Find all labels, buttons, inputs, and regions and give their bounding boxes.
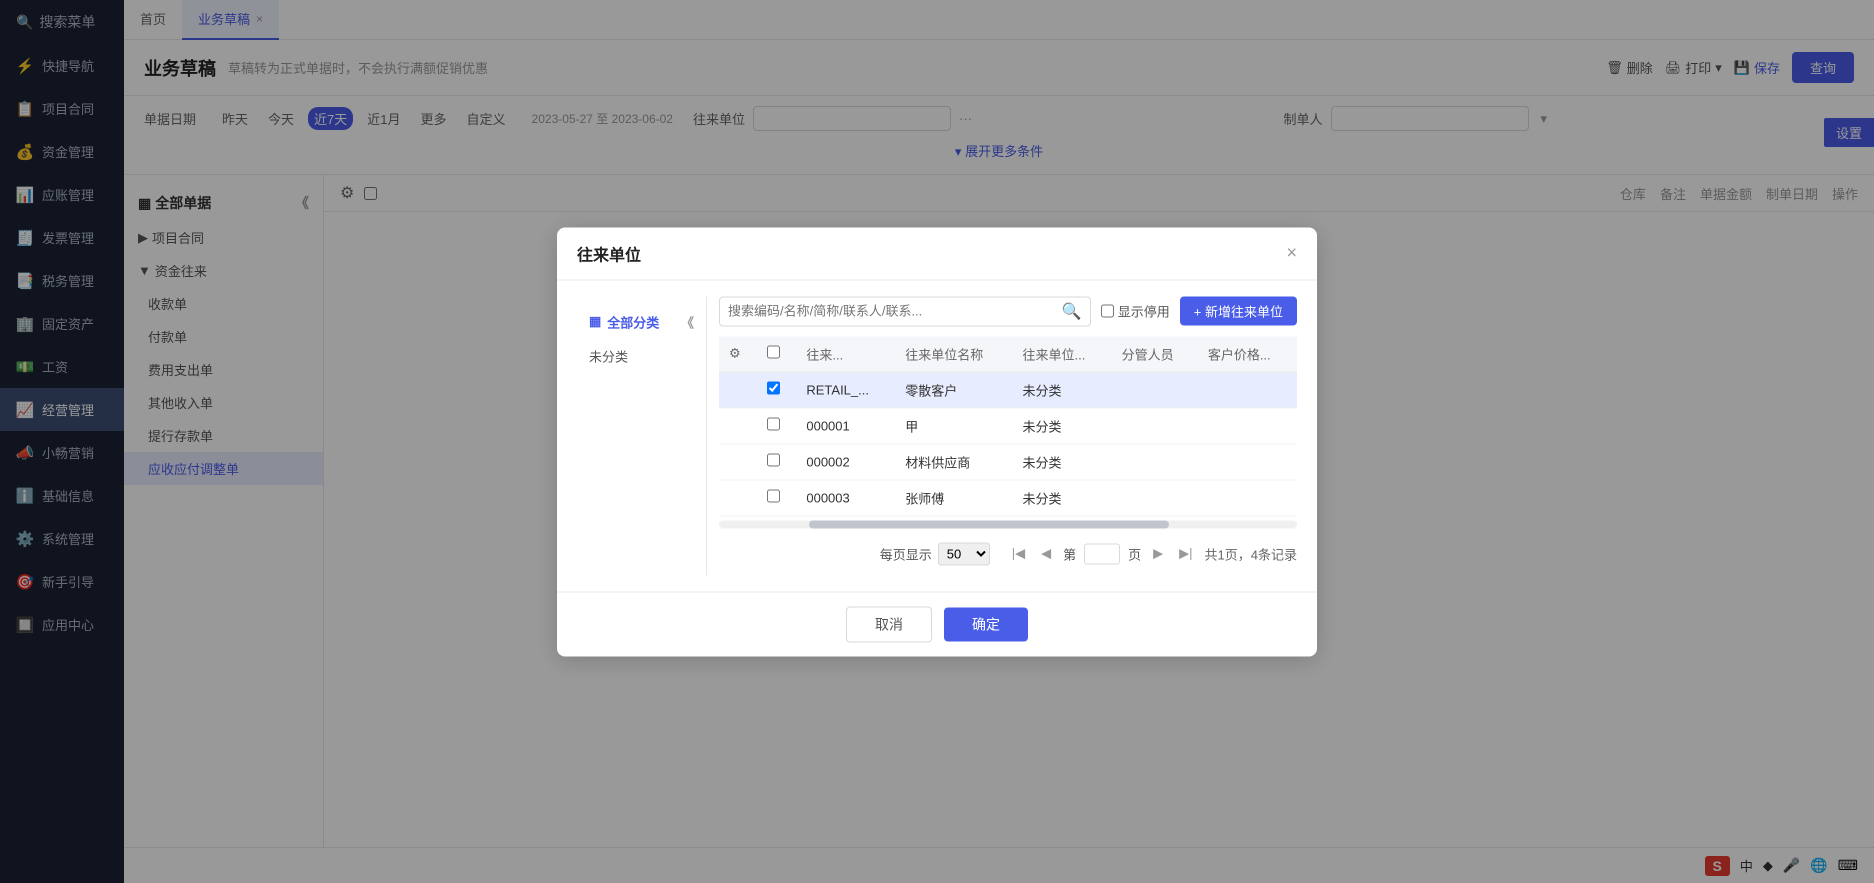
table-row[interactable]: RETAIL_... 零散客户 未分类: [719, 372, 1297, 408]
row-category: 未分类: [1013, 408, 1112, 444]
row-code: RETAIL_...: [796, 372, 895, 408]
confirm-button[interactable]: 确定: [944, 607, 1028, 641]
row-price: [1198, 372, 1297, 408]
row-price: [1198, 444, 1297, 480]
prev-page-button[interactable]: ◀: [1037, 546, 1055, 562]
pagination-total: 共1页，4条记录: [1205, 544, 1297, 563]
row-manager: [1112, 408, 1198, 444]
row-manager: [1112, 372, 1198, 408]
row-price: [1198, 408, 1297, 444]
dialog-select-all[interactable]: [767, 346, 780, 359]
partner-dialog: 往来单位 × ▦ 全部分类 《 未分类 🔍: [557, 227, 1317, 656]
collapse-left-icon[interactable]: 《: [681, 312, 694, 331]
dialog-left-header: ▦ 全部分类 《: [577, 304, 706, 339]
next-page-button[interactable]: ▶: [1149, 546, 1167, 562]
dialog-title: 往来单位: [577, 241, 641, 265]
row-manager: [1112, 480, 1198, 516]
dialog-left-panel: ▦ 全部分类 《 未分类: [577, 296, 707, 575]
dialog-search-input[interactable]: [728, 304, 1056, 319]
dialog-body: ▦ 全部分类 《 未分类 🔍 显示停用: [557, 280, 1317, 591]
row-checkbox[interactable]: [757, 480, 796, 516]
row-category: 未分类: [1013, 480, 1112, 516]
show-disabled-input[interactable]: [1101, 305, 1114, 318]
row-category: 未分类: [1013, 372, 1112, 408]
search-icon: 🔍: [1062, 301, 1082, 321]
col-price: 客户价格...: [1198, 336, 1297, 372]
row-settings: [719, 408, 757, 444]
dialog-split: ▦ 全部分类 《 未分类 🔍 显示停用: [577, 296, 1297, 575]
row-settings: [719, 372, 757, 408]
dialog-header: 往来单位 ×: [557, 227, 1317, 280]
dialog-footer: 取消 确定: [557, 591, 1317, 656]
per-page-label: 每页显示: [880, 544, 932, 563]
cancel-button[interactable]: 取消: [846, 606, 932, 642]
row-checkbox[interactable]: [757, 408, 796, 444]
row-name: 甲: [895, 408, 1012, 444]
row-name: 张师傅: [895, 480, 1012, 516]
per-page-select[interactable]: 50 100: [938, 542, 990, 565]
dialog-close-button[interactable]: ×: [1286, 243, 1297, 264]
table-row[interactable]: 000002 材料供应商 未分类: [719, 444, 1297, 480]
row-name: 材料供应商: [895, 444, 1012, 480]
row-name: 零散客户: [895, 372, 1012, 408]
per-page-selector: 每页显示 50 100: [880, 542, 990, 565]
table-row[interactable]: 000001 甲 未分类: [719, 408, 1297, 444]
row-code: 000003: [796, 480, 895, 516]
dialog-pagination: 每页显示 50 100 |◀ ◀ 第 1 页 ▶ ▶| 共1页，4条记录: [719, 532, 1297, 575]
current-page-input[interactable]: 1: [1084, 543, 1120, 564]
first-page-button[interactable]: |◀: [1008, 546, 1029, 562]
row-settings: [719, 480, 757, 516]
col-settings[interactable]: ⚙: [719, 336, 757, 372]
col-code: 往来...: [796, 336, 895, 372]
col-checkbox[interactable]: [757, 336, 796, 372]
scrollbar-thumb[interactable]: [809, 520, 1169, 528]
row-price: [1198, 480, 1297, 516]
row-code: 000001: [796, 408, 895, 444]
col-category: 往来单位...: [1013, 336, 1112, 372]
last-page-button[interactable]: ▶|: [1175, 546, 1196, 562]
row-settings: [719, 444, 757, 480]
table-row[interactable]: 000003 张师傅 未分类: [719, 480, 1297, 516]
col-manager: 分管人员: [1112, 336, 1198, 372]
dialog-left-unclassified[interactable]: 未分类: [577, 339, 706, 372]
row-code: 000002: [796, 444, 895, 480]
dialog-search-box[interactable]: 🔍: [719, 296, 1091, 326]
dialog-right-panel: 🔍 显示停用 + 新增往来单位 ⚙ 往来...: [707, 296, 1297, 575]
dialog-table: ⚙ 往来... 往来单位名称 往来单位... 分管人员 客户价格...: [719, 336, 1297, 516]
grid2-icon: ▦: [589, 314, 601, 330]
row-checkbox[interactable]: [757, 444, 796, 480]
page-label: 第: [1063, 544, 1076, 563]
horizontal-scrollbar[interactable]: [719, 520, 1297, 528]
show-disabled-checkbox[interactable]: 显示停用: [1101, 302, 1170, 321]
dialog-toolbar: 🔍 显示停用 + 新增往来单位: [719, 296, 1297, 326]
row-category: 未分类: [1013, 444, 1112, 480]
page-suffix: 页: [1128, 544, 1141, 563]
row-manager: [1112, 444, 1198, 480]
row-checkbox[interactable]: [757, 372, 796, 408]
col-name: 往来单位名称: [895, 336, 1012, 372]
add-partner-button[interactable]: + 新增往来单位: [1180, 297, 1297, 326]
